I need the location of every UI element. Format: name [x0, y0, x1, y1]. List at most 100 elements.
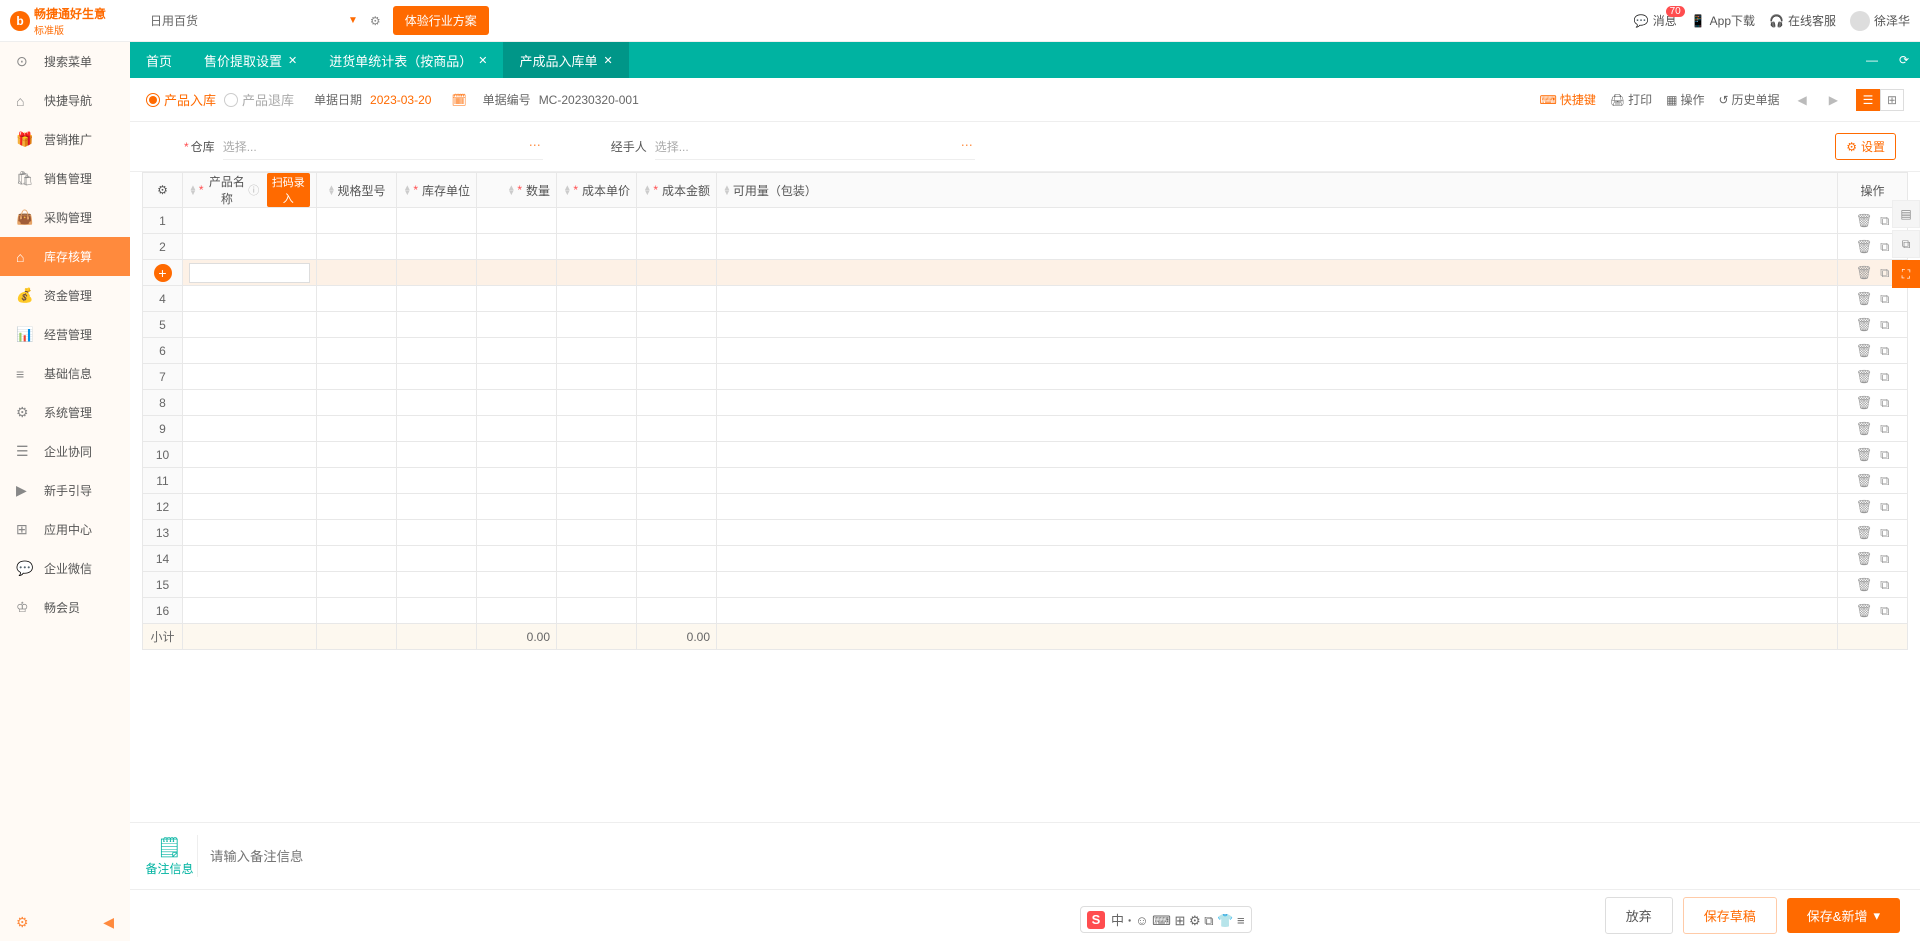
delete-icon[interactable]: 🗑: [1856, 291, 1873, 306]
delete-icon[interactable]: 🗑: [1856, 577, 1873, 592]
calendar-icon[interactable]: 🗓: [451, 93, 466, 107]
tab-1[interactable]: 售价提取设置✕: [188, 42, 313, 78]
copy-icon[interactable]: ⧉: [1880, 499, 1889, 514]
delete-icon[interactable]: 🗑: [1856, 499, 1873, 514]
sidebar-item-12[interactable]: ⊞应用中心: [0, 510, 130, 549]
th-amount[interactable]: ▲▼*成本金额: [637, 173, 717, 208]
close-icon[interactable]: ✕: [604, 54, 613, 67]
sidebar-item-1[interactable]: ⌂快捷导航: [0, 81, 130, 120]
shop-selector[interactable]: 日用百货 ▼: [150, 12, 358, 29]
delete-icon[interactable]: 🗑: [1856, 317, 1873, 332]
th-price[interactable]: ▲▼*成本单价: [557, 173, 637, 208]
dock-link-icon[interactable]: ⧉: [1892, 230, 1920, 258]
tabs-refresh-icon[interactable]: ⟳: [1888, 42, 1920, 78]
copy-icon[interactable]: ⧉: [1880, 473, 1889, 488]
operate-button[interactable]: ▦操作: [1666, 91, 1704, 108]
sidebar-item-6[interactable]: 💰资金管理: [0, 276, 130, 315]
copy-icon[interactable]: ⧉: [1880, 577, 1889, 592]
tab-3[interactable]: 产成品入库单✕: [503, 42, 628, 78]
sidebar-item-4[interactable]: 👜采购管理: [0, 198, 130, 237]
delete-icon[interactable]: 🗑: [1856, 395, 1873, 410]
delete-icon[interactable]: 🗑: [1856, 447, 1873, 462]
delete-icon[interactable]: 🗑: [1856, 265, 1873, 280]
delete-icon[interactable]: 🗑: [1856, 551, 1873, 566]
table-row[interactable]: 8🗑⧉: [143, 390, 1908, 416]
th-qty[interactable]: ▲▼*数量: [477, 173, 557, 208]
table-row[interactable]: +🗑⧉: [143, 260, 1908, 286]
doc-date[interactable]: 2023-03-20: [370, 93, 431, 107]
history-button[interactable]: ↺历史单据: [1718, 91, 1779, 108]
user-menu[interactable]: 徐泽华: [1850, 11, 1910, 31]
table-row[interactable]: 15🗑⧉: [143, 572, 1908, 598]
th-spec[interactable]: ▲▼规格型号: [317, 173, 397, 208]
copy-icon[interactable]: ⧉: [1880, 239, 1889, 254]
experience-button[interactable]: 体验行业方案: [393, 6, 489, 35]
th-config[interactable]: ⚙: [143, 173, 183, 208]
table-row[interactable]: 11🗑⧉: [143, 468, 1908, 494]
table-row[interactable]: 4🗑⧉: [143, 286, 1908, 312]
close-icon[interactable]: ✕: [288, 54, 297, 67]
online-service[interactable]: 🎧 在线客服: [1769, 12, 1836, 29]
sidebar-item-11[interactable]: ▶新手引导: [0, 471, 130, 510]
tab-2[interactable]: 进货单统计表（按商品）✕: [313, 42, 503, 78]
sidebar-settings-icon[interactable]: ⚙: [16, 914, 29, 931]
copy-icon[interactable]: ⧉: [1880, 551, 1889, 566]
ime-bar[interactable]: S 中 ꞏ ☺ ⌨ ⊞ ⚙ ⧉ 👕 ≡: [1080, 906, 1252, 933]
view-list-icon[interactable]: ☰: [1856, 89, 1880, 111]
sidebar-item-7[interactable]: 📊经营管理: [0, 315, 130, 354]
th-available[interactable]: ▲▼可用量（包装）: [717, 173, 1838, 208]
warehouse-select[interactable]: 选择... ⋯: [223, 134, 543, 160]
table-row[interactable]: 14🗑⧉: [143, 546, 1908, 572]
th-unit[interactable]: ▲▼*库存单位: [397, 173, 477, 208]
discard-button[interactable]: 放弃: [1605, 897, 1673, 934]
table-row[interactable]: 13🗑⧉: [143, 520, 1908, 546]
close-icon[interactable]: ✕: [478, 54, 487, 67]
dock-template-icon[interactable]: ▤: [1892, 200, 1920, 228]
next-doc-icon[interactable]: ▶: [1825, 93, 1842, 107]
handler-select[interactable]: 选择... ⋯: [655, 134, 975, 160]
copy-icon[interactable]: ⧉: [1880, 395, 1889, 410]
product-input[interactable]: [189, 263, 310, 283]
print-button[interactable]: 🖨打印: [1610, 91, 1652, 108]
delete-icon[interactable]: 🗑: [1856, 473, 1873, 488]
table-row[interactable]: 12🗑⧉: [143, 494, 1908, 520]
table-row[interactable]: 7🗑⧉: [143, 364, 1908, 390]
sidebar-item-2[interactable]: 🎁营销推广: [0, 120, 130, 159]
copy-icon[interactable]: ⧉: [1880, 265, 1889, 280]
table-row[interactable]: 1🗑⧉: [143, 208, 1908, 234]
sidebar-item-10[interactable]: ☰企业协同: [0, 432, 130, 471]
copy-icon[interactable]: ⧉: [1880, 291, 1889, 306]
gear-icon[interactable]: ⚙: [370, 14, 381, 28]
tabs-minimize-icon[interactable]: —: [1856, 42, 1888, 78]
copy-icon[interactable]: ⧉: [1880, 213, 1889, 228]
sidebar-collapse-icon[interactable]: ◀: [103, 914, 114, 931]
table-row[interactable]: 16🗑⧉: [143, 598, 1908, 624]
scan-tag[interactable]: 扫码录入: [267, 173, 310, 207]
delete-icon[interactable]: 🗑: [1856, 421, 1873, 436]
sidebar-item-5[interactable]: ⌂库存核算: [0, 237, 130, 276]
messages-button[interactable]: 💬 消息 70: [1634, 12, 1677, 29]
save-new-button[interactable]: 保存&新增▾: [1787, 898, 1900, 933]
copy-icon[interactable]: ⧉: [1880, 317, 1889, 332]
table-row[interactable]: 2🗑⧉: [143, 234, 1908, 260]
copy-icon[interactable]: ⧉: [1880, 421, 1889, 436]
delete-icon[interactable]: 🗑: [1856, 525, 1873, 540]
th-product[interactable]: ▲▼*产品名称ⓘ 扫码录入: [183, 173, 317, 208]
sidebar-item-13[interactable]: 💬企业微信: [0, 549, 130, 588]
sidebar-item-14[interactable]: ♔畅会员: [0, 588, 130, 627]
table-row[interactable]: 5🗑⧉: [143, 312, 1908, 338]
settings-button[interactable]: ⚙ 设置: [1835, 133, 1896, 160]
delete-icon[interactable]: 🗑: [1856, 603, 1873, 618]
dock-expand-icon[interactable]: ⛶: [1892, 260, 1920, 288]
sidebar-item-0[interactable]: ⊙搜索菜单: [0, 42, 130, 81]
prev-doc-icon[interactable]: ◀: [1794, 93, 1811, 107]
save-draft-button[interactable]: 保存草稿: [1683, 897, 1777, 934]
delete-icon[interactable]: 🗑: [1856, 343, 1873, 358]
table-row[interactable]: 10🗑⧉: [143, 442, 1908, 468]
app-download[interactable]: 📱 App下载: [1691, 12, 1755, 29]
radio-product-out[interactable]: 产品退库: [224, 90, 294, 109]
copy-icon[interactable]: ⧉: [1880, 447, 1889, 462]
delete-icon[interactable]: 🗑: [1856, 239, 1873, 254]
copy-icon[interactable]: ⧉: [1880, 369, 1889, 384]
delete-icon[interactable]: 🗑: [1856, 213, 1873, 228]
